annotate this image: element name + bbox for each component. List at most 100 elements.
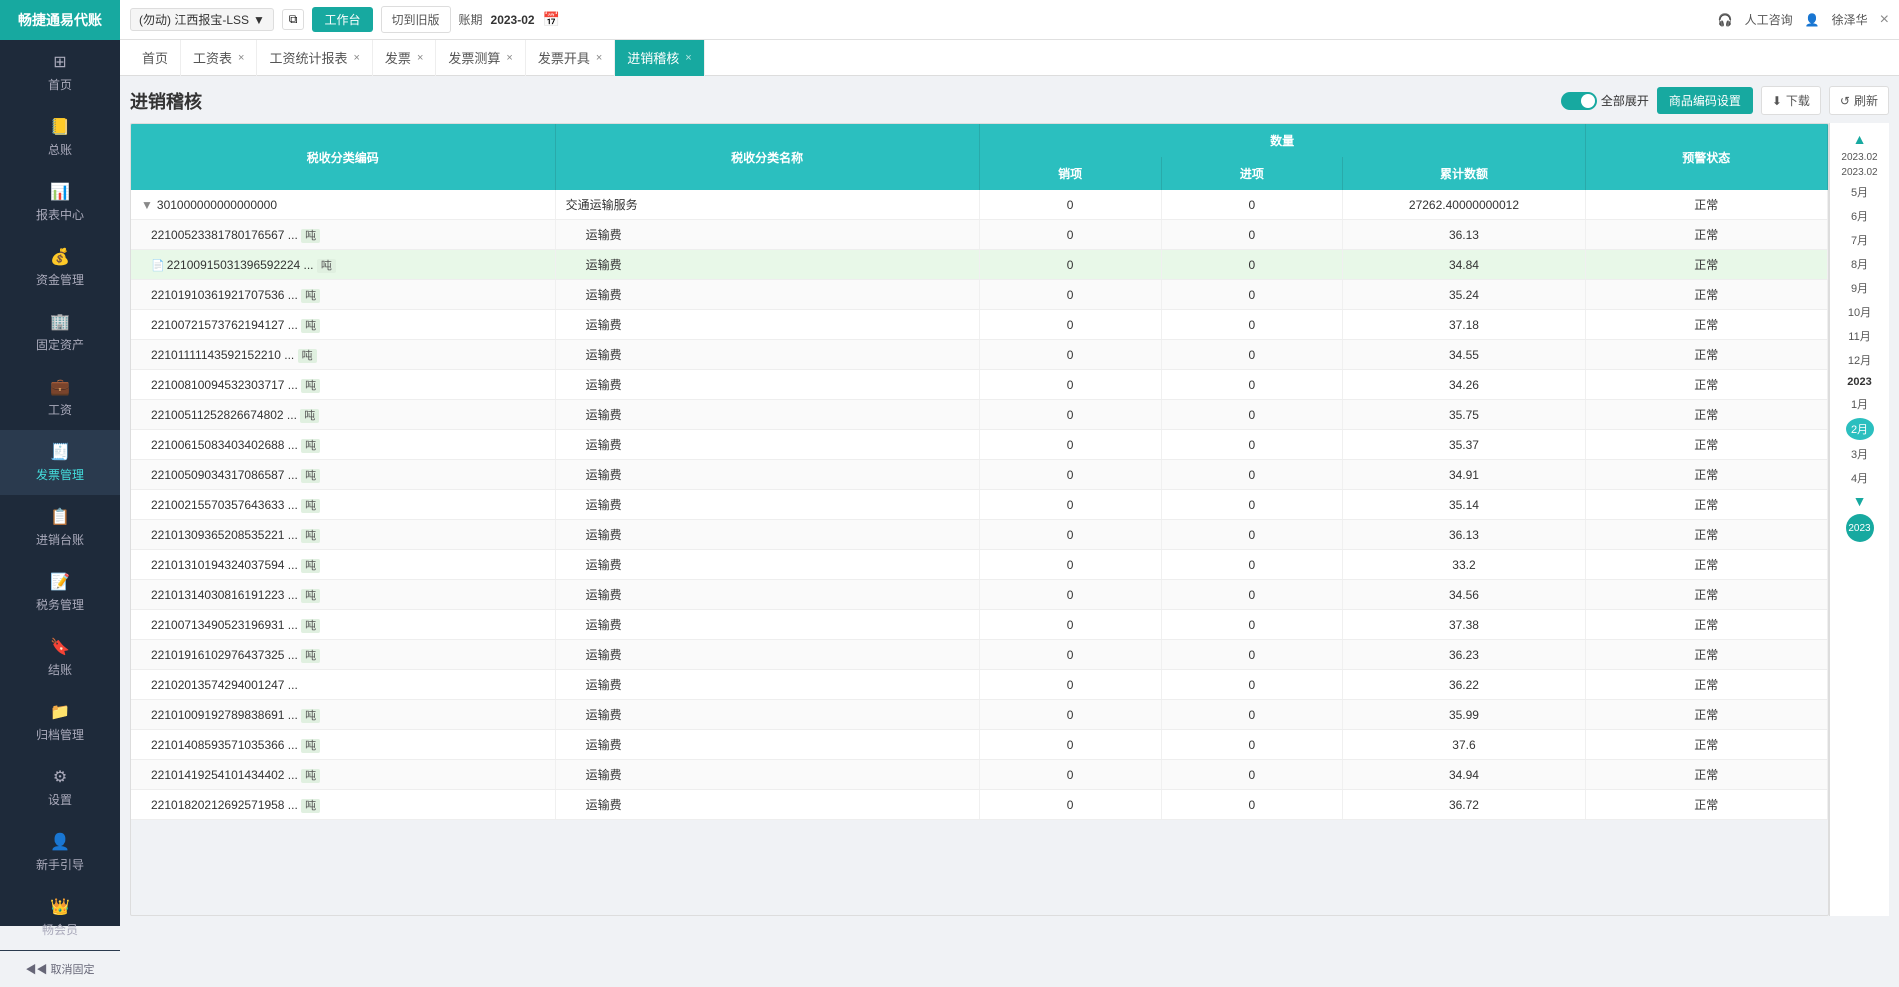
settings-icon: ⚙ [53,767,67,787]
toggle-switch[interactable] [1561,92,1597,110]
scroll-up-icon[interactable]: ▲ [1850,128,1870,150]
invoice-no: 22100511252826674802 ... [151,408,297,422]
tab-invoice-reconcile[interactable]: 进销稽核 × [615,40,704,76]
cell-cumulative: 35.24 [1343,280,1585,310]
invoice-no: 22100713490523196931 ... [151,618,298,632]
tab-close-icon[interactable]: × [353,52,359,64]
download-button[interactable]: ⬇ 下载 [1761,86,1821,115]
cell-cumulative: 36.22 [1343,670,1585,700]
month-item-8月[interactable]: 8月 [1846,252,1874,276]
sidebar-item-settings[interactable]: ⚙设置 [0,755,120,820]
tab-close-icon[interactable]: × [417,52,423,64]
sidebar-item-guide[interactable]: 👤新手引导 [0,820,120,885]
month-item-4月[interactable]: 4月 [1846,466,1874,490]
cell-sales: 0 [979,190,1161,220]
company-selector[interactable]: (勿动) 江西报宝-LSS ▼ [130,8,274,31]
tab-invoice-calc[interactable]: 发票测算 × [436,40,525,76]
month-item-2月[interactable]: 2月 [1846,418,1874,440]
tab-close-icon[interactable]: × [685,52,691,64]
expand-toggle[interactable]: 全部展开 [1561,92,1649,110]
month-item-7月[interactable]: 7月 [1846,228,1874,252]
cell-name: 交通运输服务 [555,190,979,220]
cell-name-label: 运输费 [566,438,622,452]
cell-name-label: 运输费 [566,708,622,722]
sidebar-item-tax[interactable]: 📝税务管理 [0,560,120,625]
purchase-sales-icon: 📋 [50,507,70,527]
current-year-badge[interactable]: 2023 [1846,514,1874,542]
sidebar-item-home[interactable]: ⊞首页 [0,40,120,105]
sidebar-item-purchase-sales[interactable]: 📋进销台账 [0,495,120,560]
cell-code: 22101820212692571958 ... 吨 [131,790,555,820]
month-item-9月[interactable]: 9月 [1846,276,1874,300]
sidebar-item-ledger[interactable]: 📒总账 [0,105,120,170]
invoice-no: 22101910361921707536 ... [151,288,298,302]
unit-tag: 吨 [301,439,320,453]
chevron-down-icon: ▼ [253,13,265,27]
unit-tag: 吨 [301,589,320,603]
sidebar-item-settlement[interactable]: 🔖结账 [0,625,120,690]
cell-cumulative: 36.23 [1343,640,1585,670]
cell-name: 运输费 [555,280,979,310]
month-item-6月[interactable]: 6月 [1846,204,1874,228]
table-row: 22101009192789838691 ... 吨 运输费 0 0 35.99… [131,700,1828,730]
product-code-button[interactable]: 商品编码设置 [1657,87,1753,114]
cell-code: 22101309365208535221 ... 吨 [131,520,555,550]
cell-status: 正常 [1585,280,1827,310]
sidebar-item-member[interactable]: 👑畅会员 [0,885,120,950]
sidebar-item-invoice-mgmt[interactable]: 🧾发票管理 [0,430,120,495]
data-table-wrapper[interactable]: 税收分类编码 税收分类名称 数量 预警状态 销项 进项 累计数额 [130,123,1829,916]
tax-icon: 📝 [50,572,70,592]
cell-status: 正常 [1585,760,1827,790]
cell-name: 运输费 [555,310,979,340]
cell-sales: 0 [979,310,1161,340]
tab-close-icon[interactable]: × [596,52,602,64]
sidebar-item-assets[interactable]: 🏢固定资产 [0,300,120,365]
tab-salary-stats[interactable]: 工资统计报表 × [257,40,372,76]
refresh-button[interactable]: ↺ 刷新 [1829,86,1889,115]
workspace-button[interactable]: 工作台 [312,7,372,32]
sidebar-item-report[interactable]: 📊报表中心 [0,170,120,235]
cell-name-label: 运输费 [566,738,622,752]
sidebar-item-fund[interactable]: 💰资金管理 [0,235,120,300]
month-item-1月[interactable]: 1月 [1846,392,1874,416]
cell-code: 22101009192789838691 ... 吨 [131,700,555,730]
invoice-no: 22101820212692571958 ... [151,798,298,812]
cell-cumulative: 37.38 [1343,610,1585,640]
tab-invoice[interactable]: 发票 × [373,40,436,76]
sidebar-unpin[interactable]: ◀◀ 取消固定 [0,950,120,987]
sidebar-item-label: 畅会员 [42,921,78,938]
tab-close-icon[interactable]: × [238,52,244,64]
month-item-12月[interactable]: 12月 [1846,348,1874,372]
cell-purchase: 0 [1161,280,1343,310]
cell-code: 22100721573762194127 ... 吨 [131,310,555,340]
scroll-down-icon[interactable]: ▼ [1850,490,1870,512]
tab-invoice-open[interactable]: 发票开具 × [526,40,615,76]
year-label-prev2: 2023.02 [1841,165,1877,180]
tab-bar: 首页工资表 ×工资统计报表 ×发票 ×发票测算 ×发票开具 ×进销稽核 × [120,40,1899,76]
month-item-11月[interactable]: 11月 [1846,324,1874,348]
unit-tag: 吨 [301,799,320,813]
tab-home[interactable]: 首页 [130,40,181,76]
tab-salary[interactable]: 工资表 × [181,40,257,76]
cell-purchase: 0 [1161,220,1343,250]
sidebar-item-salary[interactable]: 💼工资 [0,365,120,430]
invoice-no: 22101111143592152210 ... [151,348,294,362]
cell-sales: 0 [979,790,1161,820]
sidebar-item-label: 工资 [48,401,72,418]
table-row: 22101419254101434402 ... 吨 运输费 0 0 34.94… [131,760,1828,790]
month-item-10月[interactable]: 10月 [1846,300,1874,324]
copy-button[interactable]: ⧉ [282,9,305,30]
cell-status: 正常 [1585,370,1827,400]
cell-cumulative: 34.91 [1343,460,1585,490]
sidebar-item-archive[interactable]: 📁归档管理 [0,690,120,755]
calendar-icon[interactable]: 📅 [543,11,560,28]
back-button[interactable]: 切到旧版 [381,6,451,33]
tab-close-icon[interactable]: × [506,52,512,64]
close-icon[interactable]: × [1880,11,1889,29]
month-item-3月[interactable]: 3月 [1846,442,1874,466]
support-label[interactable]: 人工咨询 [1745,11,1793,28]
month-item-5月[interactable]: 5月 [1846,180,1874,204]
user-name[interactable]: 徐泽华 [1832,11,1868,28]
cell-name: 运输费 [555,670,979,700]
table-row: 22101820212692571958 ... 吨 运输费 0 0 36.72… [131,790,1828,820]
